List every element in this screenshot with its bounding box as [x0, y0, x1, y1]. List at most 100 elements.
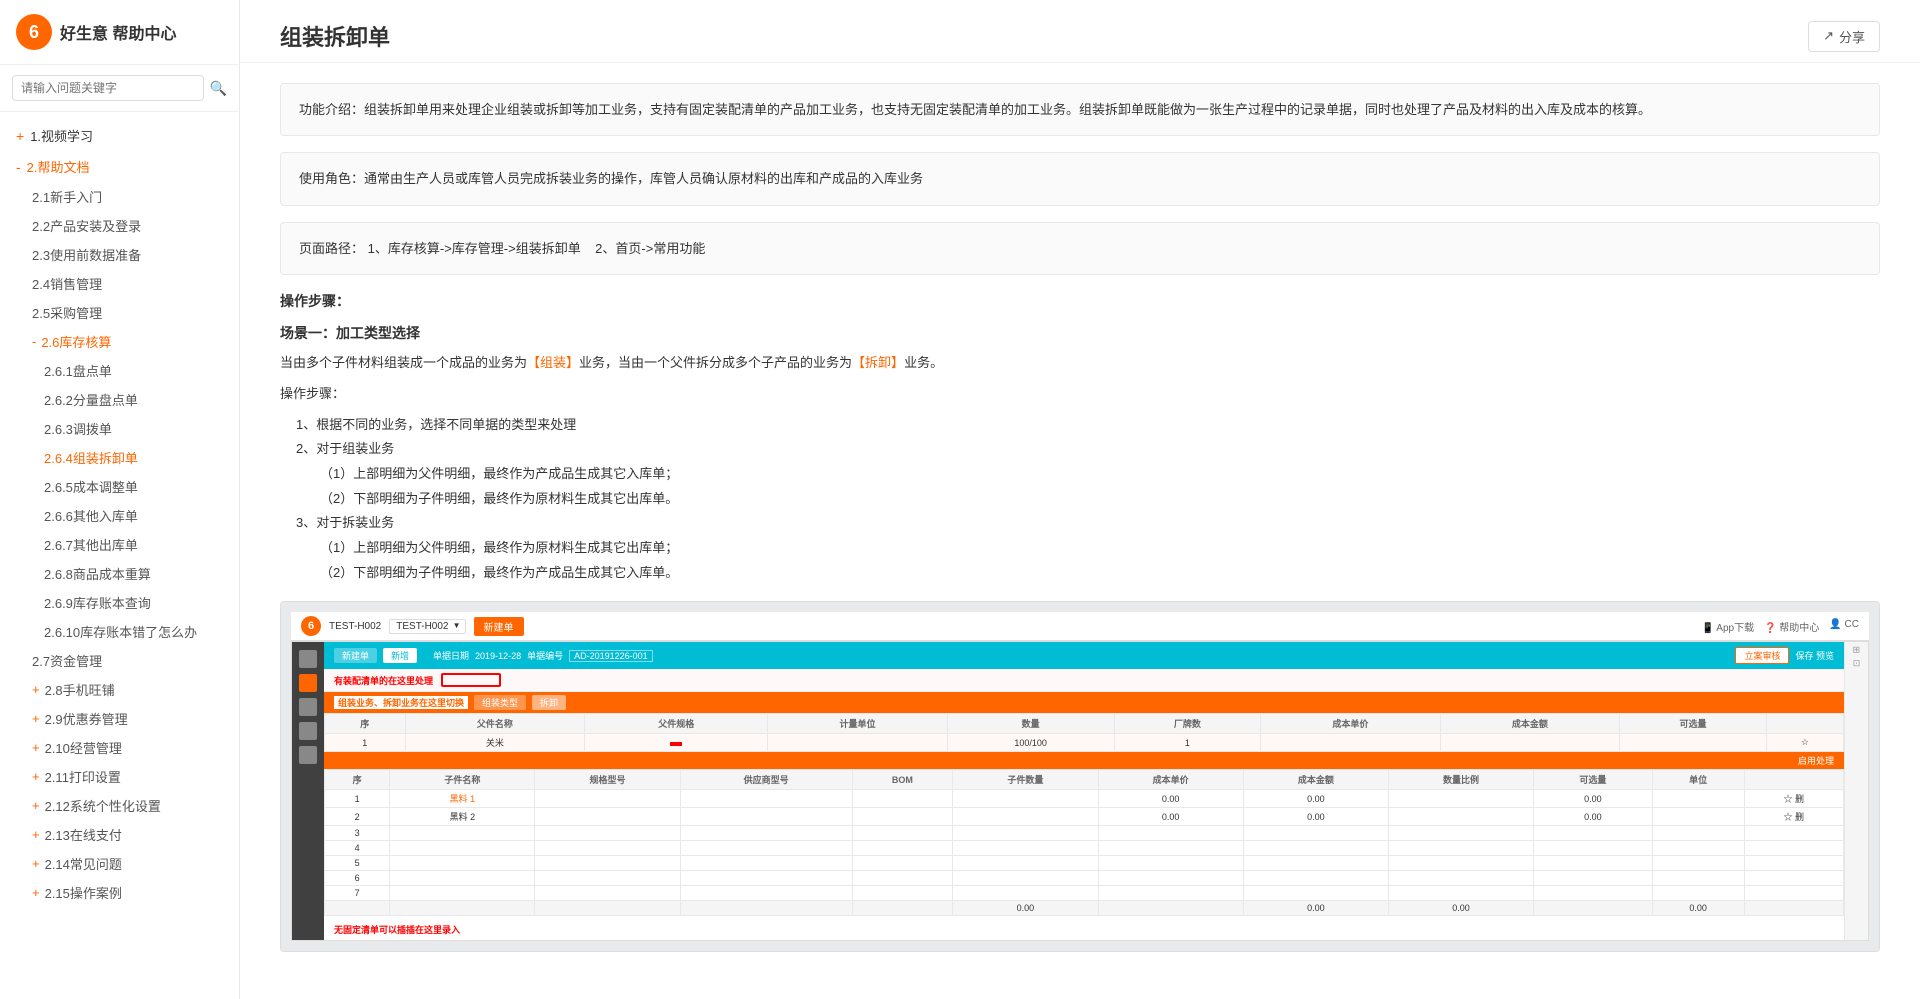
- scenario1-desc: 当由多个子件材料组装成一个成品的业务为【组装】业务，当由一个父件拆分成多个子产品…: [280, 351, 1880, 376]
- sidebar-item-print[interactable]: + 2.11打印设置: [0, 762, 239, 791]
- screenshot-container: 6 TEST-H002 TEST-H002 ▼ 新建单 📱 App下载 ❓ 帮助…: [280, 601, 1880, 952]
- sidebar-item-assembly[interactable]: 2.6.4组装拆卸单: [0, 443, 239, 472]
- col-cost-amount: 成本金额: [1440, 714, 1620, 734]
- page-header: 组装拆卸单 ↗ 分享: [240, 0, 1920, 63]
- sidebar-item-mobile[interactable]: + 2.8手机旺铺: [0, 675, 239, 704]
- search-input[interactable]: [12, 75, 204, 101]
- app-new-order-btn[interactable]: 新建单: [474, 617, 524, 636]
- sidebar-item-partial-stocktake[interactable]: 2.6.2分量盘点单: [0, 385, 239, 414]
- sidebar-item-finance[interactable]: 2.7资金管理: [0, 646, 239, 675]
- annotation-bar-4: 无固定清单可以插插在这里录入: [324, 916, 1844, 940]
- col-seq: 序: [325, 714, 406, 734]
- assembly-type-btn[interactable]: 组装类型: [474, 695, 526, 710]
- sidebar-item-customize[interactable]: + 2.12系统个性化设置: [0, 791, 239, 820]
- app-nav-item4[interactable]: [299, 746, 317, 764]
- col-actions: [1766, 714, 1843, 734]
- logo-icon: 6: [16, 14, 52, 50]
- col-supplier-spec: 供应商型号: [680, 770, 852, 790]
- sidebar-item-cost-adjust[interactable]: 2.6.5成本调整单: [0, 472, 239, 501]
- sidebar-item-data-prep[interactable]: 2.3使用前数据准备: [0, 240, 239, 269]
- number-label: 单据编号: [527, 649, 563, 662]
- col-avail: 可选量: [1620, 714, 1767, 734]
- col-parent-name: 父件名称: [405, 714, 585, 734]
- search-icon[interactable]: 🔍: [210, 80, 227, 97]
- sidebar-item-helpdoc[interactable]: - 2.帮助文档: [0, 151, 239, 182]
- annotation-label-2: 组装业务、拆卸业务在这里切换: [334, 696, 468, 709]
- cell-child-name: 黑料 2: [390, 808, 535, 826]
- cell-avail: 0.00: [1534, 790, 1653, 808]
- sidebar-item-newcomer[interactable]: 2.1新手入门: [0, 182, 239, 211]
- sidebar-item-cases[interactable]: + 2.15操作案例: [0, 878, 239, 907]
- col-child-qty: 子件数量: [953, 770, 1098, 790]
- child-table: 序 子件名称 规格型号 供应商型号 BOM 子件数量 成本单价 成本金额 数量比: [324, 769, 1844, 916]
- disassembly-type-btn[interactable]: 拆卸: [532, 695, 566, 710]
- app-company-select[interactable]: TEST-H002 ▼: [389, 619, 465, 634]
- number-value: AD-20191226-001: [569, 650, 653, 662]
- app-nav-item[interactable]: [299, 650, 317, 668]
- col-parent-spec: 父件规格: [585, 714, 768, 734]
- role-intro-text: 使用角色：通常由生产人员或库管人员完成拆装业务的操作，库管人员确认原材料的出库和…: [299, 171, 923, 186]
- step3-2-text: （2）下部明细为子件明细，最终作为产成品生成其它入库单。: [320, 561, 1880, 586]
- cell-supplier-spec: [680, 808, 852, 826]
- app-form-area: 新建单 新增 单据日期 2019-12-28 单据编号 AD-20191226-…: [324, 642, 1844, 940]
- function-intro-text: 功能介绍：组装拆卸单用来处理企业组装或拆卸等加工业务，支持有固定装配清单的产品加…: [299, 102, 1651, 117]
- confirm-audit-btn[interactable]: 立案审核: [1735, 647, 1789, 664]
- assembly-list-btn[interactable]: [441, 673, 501, 687]
- col-bom: BOM: [852, 770, 953, 790]
- col-batch: 厂牌数: [1114, 714, 1261, 734]
- cell-seq: 1: [325, 790, 390, 808]
- cell-parent-name: 关米: [405, 734, 585, 752]
- table-row: 3: [325, 826, 1844, 841]
- extra-icons: 保存 预览: [1795, 649, 1834, 662]
- annotation-label-1: 有装配清单的在这里处理: [334, 674, 433, 687]
- sidebar-item-video[interactable]: + 1.视频学习: [0, 120, 239, 151]
- step1-text: 1、根据不同的业务，选择不同单据的类型来处理: [296, 413, 1880, 438]
- table-row: 5: [325, 856, 1844, 871]
- page-title: 组装拆卸单: [280, 20, 390, 52]
- right-sidebar-icon[interactable]: ⊞: [1852, 646, 1862, 654]
- sidebar-item-purchase[interactable]: 2.5采购管理: [0, 298, 239, 327]
- col-child-name: 子件名称: [390, 770, 535, 790]
- app-icon-service[interactable]: 👤 CC: [1829, 619, 1859, 634]
- app-nav-item-active[interactable]: [299, 674, 317, 692]
- sidebar-item-operation[interactable]: + 2.10经营管理: [0, 733, 239, 762]
- parent-spec-input[interactable]: [670, 742, 682, 746]
- sidebar-item-inventory-ledger[interactable]: 2.6.9库存账本查询: [0, 588, 239, 617]
- sidebar-item-other-out[interactable]: 2.6.7其他出库单: [0, 530, 239, 559]
- sidebar-nav: + 1.视频学习 - 2.帮助文档 2.1新手入门 2.2产品安装及登录 2.3…: [0, 112, 239, 999]
- sidebar-item-cost-recalc[interactable]: 2.6.8商品成本重算: [0, 559, 239, 588]
- path-box: 页面路径： 1、库存核算->库存管理->组装拆卸单 2、首页->常用功能: [280, 222, 1880, 275]
- app-icon-help[interactable]: ❓ 帮助中心: [1764, 619, 1819, 634]
- tab-add[interactable]: 新增: [383, 648, 417, 663]
- app-icon-app[interactable]: 📱 App下载: [1702, 619, 1754, 634]
- date-label: 单据日期: [433, 649, 469, 662]
- sidebar-item-faq[interactable]: + 2.14常见问题: [0, 849, 239, 878]
- cell-bom: [852, 790, 953, 808]
- sidebar-item-coupon[interactable]: + 2.9优惠券管理: [0, 704, 239, 733]
- sidebar-item-install[interactable]: 2.2产品安装及登录: [0, 211, 239, 240]
- app-nav-item2[interactable]: [299, 698, 317, 716]
- share-button[interactable]: ↗ 分享: [1808, 21, 1880, 52]
- cell-cost-unit: 0.00: [1098, 808, 1243, 826]
- app-nav-item3[interactable]: [299, 722, 317, 740]
- col-cost-amount: 成本金额: [1243, 770, 1388, 790]
- sidebar-item-transfer[interactable]: 2.6.3调拨单: [0, 414, 239, 443]
- sidebar-item-inventory[interactable]: - 2.6库存核算: [0, 327, 239, 356]
- col-qty-ratio: 数量比例: [1388, 770, 1533, 790]
- cell-unit: [768, 734, 948, 752]
- cell-child-qty: [953, 808, 1098, 826]
- cell-unit2: [1652, 790, 1744, 808]
- right-sidebar-icon2[interactable]: ⊡: [1853, 658, 1861, 669]
- app-name: 好生意 帮助中心: [60, 20, 176, 44]
- annotation-bar-1: 有装配清单的在这里处理: [324, 669, 1844, 692]
- sidebar-item-inventory-error[interactable]: 2.6.10库存账本错了怎么办: [0, 617, 239, 646]
- sidebar-item-sales[interactable]: 2.4销售管理: [0, 269, 239, 298]
- sidebar-item-online-pay[interactable]: + 2.13在线支付: [0, 820, 239, 849]
- steps-label2: 操作步骤：: [280, 382, 1880, 407]
- sidebar-item-other-in[interactable]: 2.6.6其他入库单: [0, 501, 239, 530]
- sidebar-item-stocktake[interactable]: 2.6.1盘点单: [0, 356, 239, 385]
- app-nav-icons: 📱 App下载 ❓ 帮助中心 👤 CC: [1702, 619, 1859, 634]
- expand-icon: +: [16, 128, 24, 144]
- cell-action2: ☆ 删: [1744, 790, 1843, 808]
- tab-new-order[interactable]: 新建单: [334, 648, 377, 663]
